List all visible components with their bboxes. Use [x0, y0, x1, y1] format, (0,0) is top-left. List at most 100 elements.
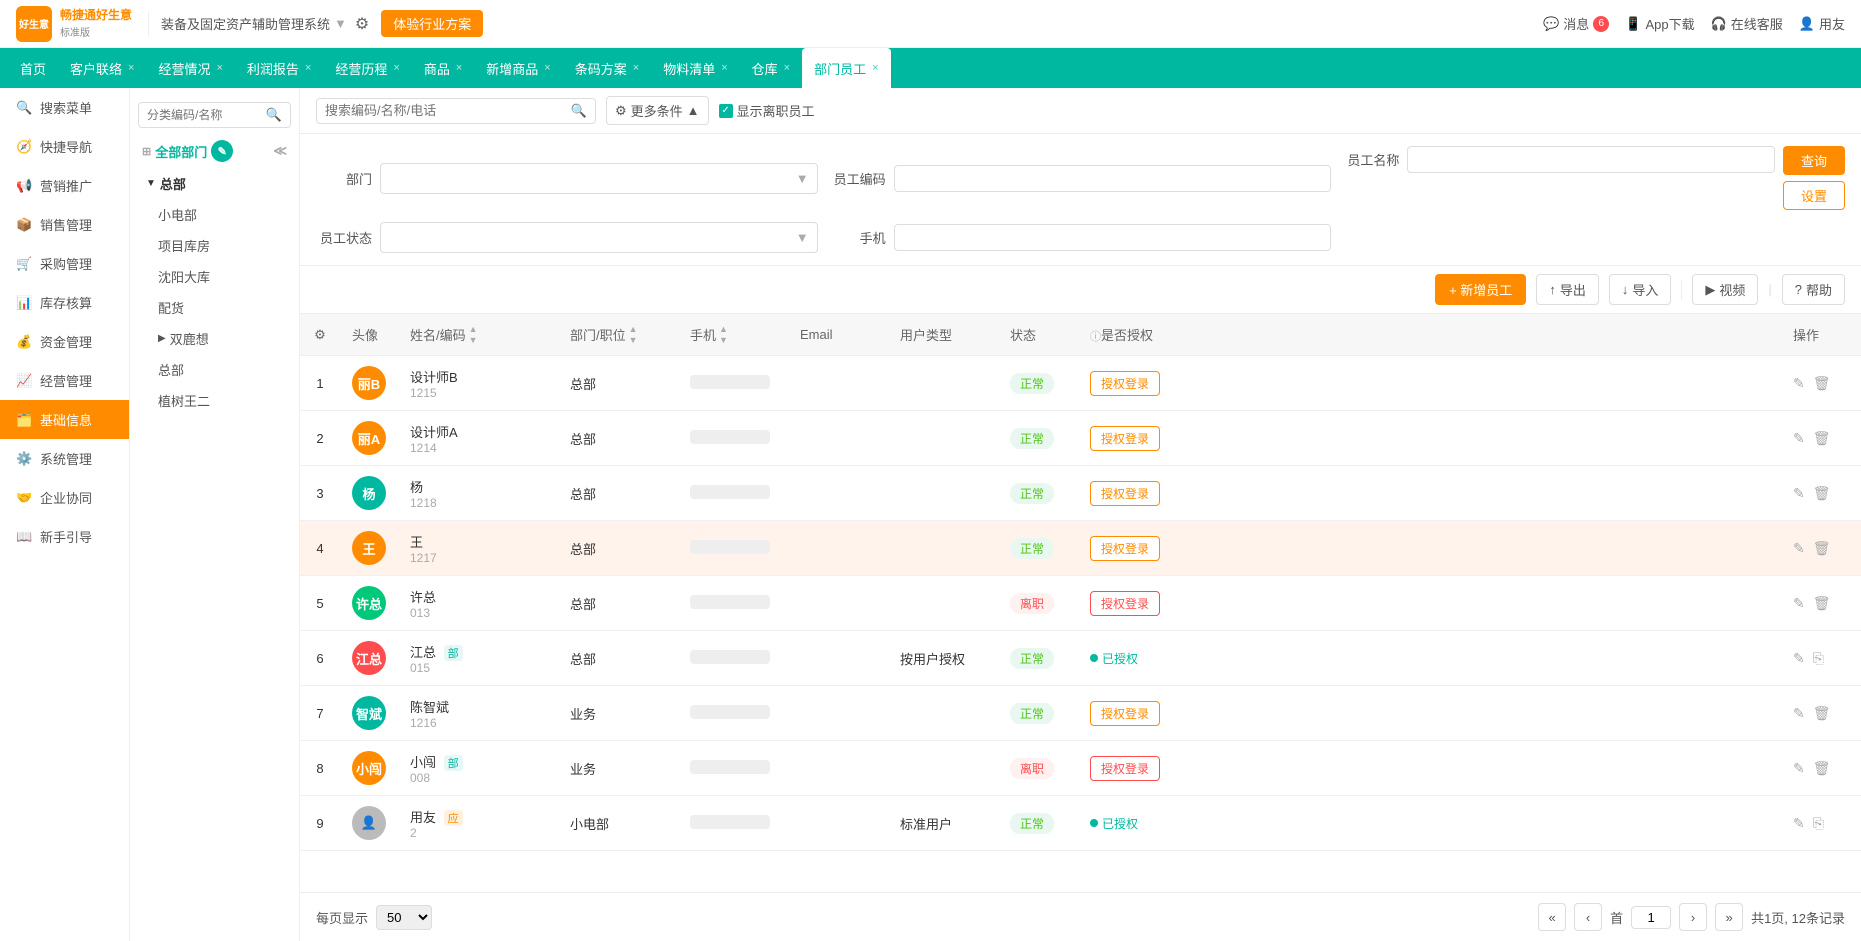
close-icon-active[interactable]: × — [872, 62, 878, 74]
auth-btn[interactable]: 授权登录 — [1090, 591, 1160, 616]
dept-collapse-btn[interactable]: ≪ — [273, 143, 287, 159]
close-icon[interactable]: × — [633, 62, 639, 74]
auth-btn[interactable]: 授权登录 — [1090, 426, 1160, 451]
video-button[interactable]: ▶ 视频 — [1692, 274, 1758, 305]
sidebar-item-guide[interactable]: 📖 新手引导 — [0, 517, 129, 556]
edit-icon[interactable]: ✎ — [1793, 705, 1805, 722]
edit-icon[interactable]: ✎ — [1793, 540, 1805, 557]
sidebar-item-finance[interactable]: 💰 资金管理 — [0, 322, 129, 361]
edit-icon[interactable]: ✎ — [1793, 430, 1805, 447]
edit-icon[interactable]: ✎ — [1793, 650, 1805, 667]
close-icon[interactable]: × — [305, 62, 311, 74]
dept-node-xiaodian[interactable]: 小电部 — [130, 199, 299, 230]
copy-icon[interactable]: ⎘ — [1813, 815, 1824, 832]
search-input[interactable] — [325, 103, 565, 118]
sidebar-item-purchase[interactable]: 🛒 采购管理 — [0, 244, 129, 283]
per-page-select[interactable]: 50 20 100 — [376, 905, 432, 930]
more-filter-btn[interactable]: ⚙ 更多条件 ▲ — [606, 96, 709, 125]
sidebar-item-sales[interactable]: 📦 销售管理 — [0, 205, 129, 244]
dept-search-input[interactable] — [147, 108, 262, 122]
dept-node-zhishu[interactable]: 植树王二 — [130, 385, 299, 416]
dept-node-xiangmu[interactable]: 项目库房 — [130, 230, 299, 261]
next-page-btn[interactable]: › — [1679, 903, 1707, 931]
delete-icon[interactable]: 🗑 — [1813, 485, 1831, 502]
tab-profit[interactable]: 利润报告 × — [235, 48, 323, 88]
tab-customer[interactable]: 客户联络 × — [58, 48, 146, 88]
help-button[interactable]: ? 帮助 — [1782, 274, 1845, 305]
th-settings[interactable]: ⚙ — [300, 314, 340, 356]
app-download-btn[interactable]: 📱 App下载 — [1625, 14, 1694, 33]
sidebar-item-corp[interactable]: 🤝 企业协同 — [0, 478, 129, 517]
auth-btn[interactable]: 授权登录 — [1090, 481, 1160, 506]
edit-icon[interactable]: ✎ — [1793, 815, 1805, 832]
close-icon[interactable]: × — [721, 62, 727, 74]
sidebar-item-system[interactable]: ⚙️ 系统管理 — [0, 439, 129, 478]
expand-icon[interactable]: ▼ — [334, 16, 347, 31]
show-resigned-toggle[interactable]: ✓ 显示离职员工 — [719, 101, 815, 120]
auth-btn[interactable]: 授权登录 — [1090, 536, 1160, 561]
edit-icon[interactable]: ✎ — [1793, 485, 1805, 502]
delete-icon[interactable]: 🗑 — [1813, 375, 1831, 392]
tab-dept-staff[interactable]: 部门员工 × — [802, 48, 890, 88]
last-page-btn[interactable]: » — [1715, 903, 1743, 931]
user-btn[interactable]: 👤 用友 — [1799, 14, 1845, 33]
th-phone[interactable]: 手机 ▲▼ — [678, 314, 788, 356]
search-btn-icon[interactable]: 🔍 — [571, 103, 587, 119]
close-icon[interactable]: × — [456, 62, 462, 74]
th-dept[interactable]: 部门/职位 ▲▼ — [558, 314, 678, 356]
settings-icon[interactable]: ⚙ — [355, 14, 369, 34]
dept-node-zongbu2[interactable]: 总部 — [130, 354, 299, 385]
tab-biz[interactable]: 经营情况 × — [146, 48, 234, 88]
edit-icon[interactable]: ✎ — [1793, 375, 1805, 392]
emp-name-input[interactable] — [1407, 146, 1775, 173]
tab-home[interactable]: 首页 — [8, 48, 58, 88]
delete-icon[interactable]: 🗑 — [1813, 705, 1831, 722]
trial-button[interactable]: 体验行业方案 — [381, 10, 483, 37]
sidebar-item-ops[interactable]: 📈 经营管理 — [0, 361, 129, 400]
tab-goods[interactable]: 商品 × — [412, 48, 474, 88]
phone-input[interactable] — [894, 224, 1332, 251]
sidebar-item-search[interactable]: 🔍 搜索菜单 — [0, 88, 129, 127]
set-button[interactable]: 设置 — [1783, 181, 1845, 210]
add-employee-button[interactable]: + 新增员工 — [1435, 274, 1526, 305]
message-btn[interactable]: 💬 消息 6 — [1543, 14, 1609, 33]
sidebar-item-nav[interactable]: 🧭 快捷导航 — [0, 127, 129, 166]
tab-bom[interactable]: 物料清单 × — [651, 48, 739, 88]
auth-btn[interactable]: 授权登录 — [1090, 756, 1160, 781]
delete-icon[interactable]: 🗑 — [1813, 430, 1831, 447]
tab-warehouse[interactable]: 仓库 × — [740, 48, 802, 88]
close-icon[interactable]: × — [393, 62, 399, 74]
dept-node-peihuo[interactable]: 配货 — [130, 292, 299, 323]
dept-node-zongbu[interactable]: ▼ 总部 — [130, 168, 299, 199]
copy-icon[interactable]: ⎘ — [1813, 650, 1824, 667]
th-name[interactable]: 姓名/编码 ▲▼ — [398, 314, 558, 356]
import-button[interactable]: ↓ 导入 — [1609, 274, 1672, 305]
tab-new-goods[interactable]: 新增商品 × — [474, 48, 562, 88]
dept-node-shenyang[interactable]: 沈阳大库 — [130, 261, 299, 292]
delete-icon[interactable]: 🗑 — [1813, 540, 1831, 557]
sidebar-item-mkt[interactable]: 📢 营销推广 — [0, 166, 129, 205]
edit-icon[interactable]: ✎ — [1793, 760, 1805, 777]
dept-select[interactable]: ▼ — [380, 163, 818, 194]
close-icon[interactable]: × — [128, 62, 134, 74]
dept-edit-icon[interactable]: ✎ — [211, 140, 233, 162]
delete-icon[interactable]: 🗑 — [1813, 595, 1831, 612]
close-icon[interactable]: × — [216, 62, 222, 74]
sidebar-item-stock[interactable]: 📊 库存核算 — [0, 283, 129, 322]
first-page-btn[interactable]: « — [1538, 903, 1566, 931]
close-icon[interactable]: × — [544, 62, 550, 74]
auth-btn[interactable]: 授权登录 — [1090, 371, 1160, 396]
close-icon[interactable]: × — [784, 62, 790, 74]
sidebar-item-basic[interactable]: 🗂️ 基础信息 — [0, 400, 129, 439]
search-button[interactable]: 查询 — [1783, 146, 1845, 175]
dept-node-shuanglu[interactable]: ▶ 双鹿想 — [130, 323, 299, 354]
auth-btn[interactable]: 授权登录 — [1090, 701, 1160, 726]
status-select[interactable]: ▼ — [380, 222, 818, 253]
edit-icon[interactable]: ✎ — [1793, 595, 1805, 612]
dept-all-label[interactable]: 全部部门 — [155, 142, 207, 161]
emp-code-input[interactable] — [894, 165, 1332, 192]
online-service-btn[interactable]: 🎧 在线客服 — [1711, 14, 1783, 33]
tab-history[interactable]: 经营历程 × — [323, 48, 411, 88]
delete-icon[interactable]: 🗑 — [1813, 760, 1831, 777]
page-number-input[interactable] — [1631, 906, 1671, 929]
